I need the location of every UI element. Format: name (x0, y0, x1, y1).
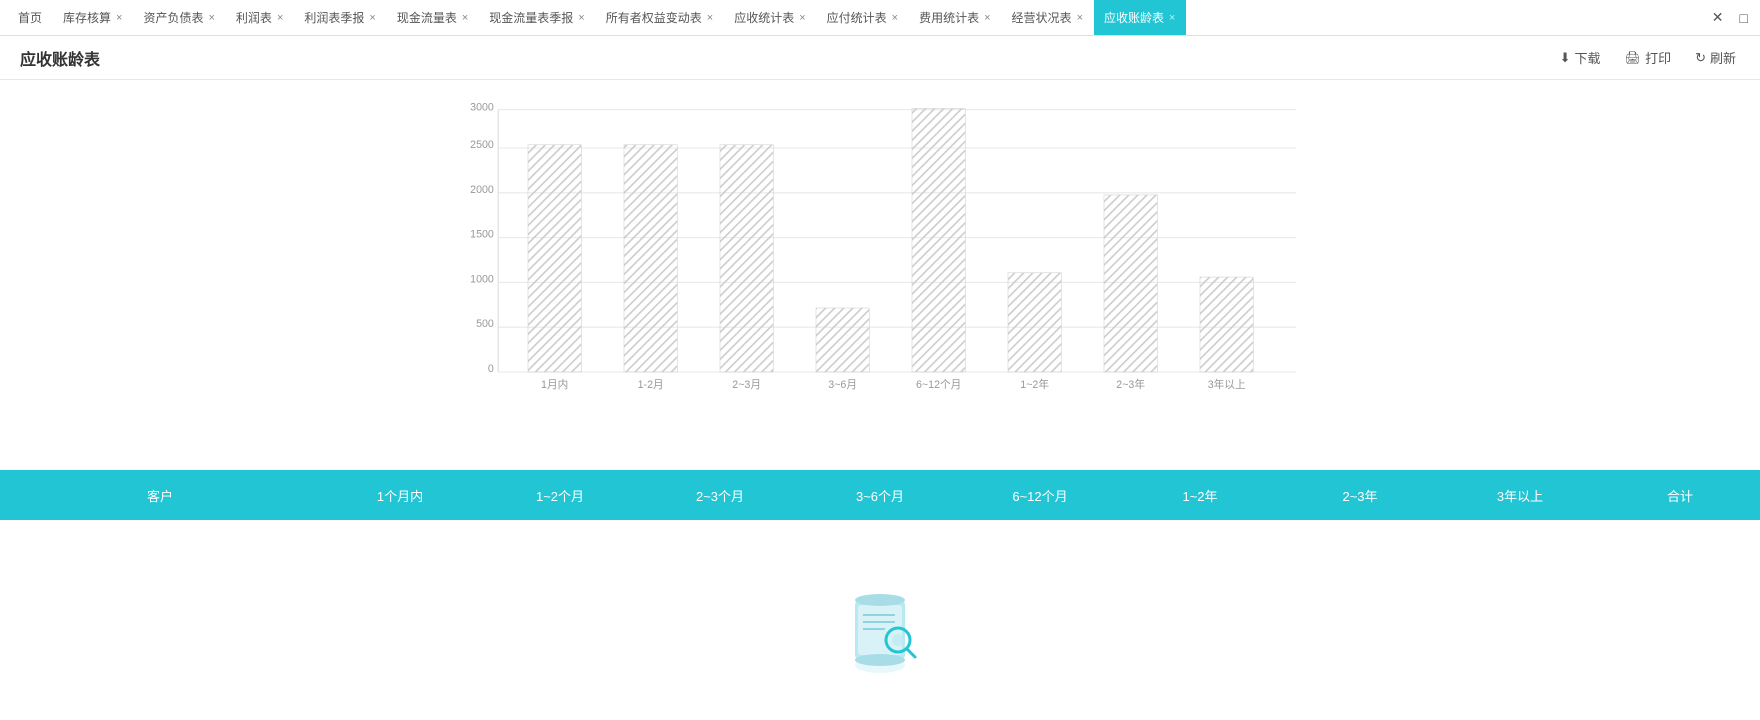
tab-bar: 首页 库存核算 × 资产负债表 × 利润表 × 利润表季报 × 现金流量表 × … (0, 0, 1760, 36)
maximize-button[interactable]: □ (1736, 8, 1752, 28)
close-icon[interactable]: × (707, 12, 713, 24)
col-customer: 客户 (0, 486, 320, 505)
header-actions: ⬇ 下载 🖨 打印 ↻ 刷新 (1556, 46, 1740, 69)
close-icon[interactable]: × (1169, 12, 1175, 24)
close-icon[interactable]: × (799, 12, 805, 24)
chart-container: 0 500 1000 1500 2000 2500 3000 1月内 (40, 100, 1720, 420)
table-header: 客户 1个月内 1~2个月 2~3个月 3~6个月 6~12个月 1~2年 2~… (0, 470, 1760, 520)
col-2-3year: 2~3年 (1280, 486, 1440, 505)
close-icon[interactable]: × (116, 12, 122, 24)
download-icon: ⬇ (1560, 50, 1571, 66)
svg-text:1月内: 1月内 (541, 378, 568, 391)
svg-text:1~2年: 1~2年 (1020, 378, 1049, 391)
tab-cashflow[interactable]: 现金流量表 × (387, 0, 479, 36)
svg-text:6~12个月: 6~12个月 (916, 379, 961, 391)
close-icon[interactable]: × (984, 12, 990, 24)
svg-text:0: 0 (488, 363, 494, 375)
col-1-2month: 1~2个月 (480, 486, 640, 505)
close-icon[interactable]: × (578, 12, 584, 24)
svg-text:1-2月: 1-2月 (638, 379, 664, 391)
close-icon[interactable]: × (1077, 12, 1083, 24)
svg-text:3~6月: 3~6月 (828, 379, 857, 391)
close-icon[interactable]: × (892, 12, 898, 24)
print-icon: 🖨 (1625, 50, 1642, 66)
empty-illustration (830, 580, 930, 680)
svg-text:1000: 1000 (470, 273, 494, 285)
tab-cashflow-quarterly[interactable]: 现金流量表季报 × (479, 0, 595, 36)
svg-text:2~3年: 2~3年 (1116, 378, 1145, 391)
tab-profit-quarterly[interactable]: 利润表季报 × (294, 0, 386, 36)
tab-profit[interactable]: 利润表 × (226, 0, 294, 36)
col-total: 合计 (1600, 486, 1760, 505)
bar-2-3month (720, 145, 773, 372)
bar-3plus-year (1200, 277, 1253, 372)
main-content: 0 500 1000 1500 2000 2500 3000 1月内 (0, 80, 1760, 720)
bar-chart: 0 500 1000 1500 2000 2500 3000 1月内 (40, 100, 1720, 420)
svg-text:3000: 3000 (470, 102, 494, 114)
tab-expense-stats[interactable]: 费用统计表 × (909, 0, 1001, 36)
close-icon[interactable]: × (208, 12, 214, 24)
svg-text:2~3月: 2~3月 (732, 379, 761, 391)
svg-text:2000: 2000 (470, 184, 494, 196)
tab-inventory[interactable]: 库存核算 × (53, 0, 133, 36)
empty-state (0, 520, 1760, 720)
tab-operations[interactable]: 经营状况表 × (1002, 0, 1094, 36)
tab-ar-stats[interactable]: 应收统计表 × (724, 0, 816, 36)
window-actions: ✕ □ (1708, 7, 1752, 28)
bar-6-12month (912, 109, 965, 372)
minimize-button[interactable]: ✕ (1708, 7, 1728, 28)
refresh-icon: ↻ (1695, 50, 1706, 66)
col-2-3month: 2~3个月 (640, 486, 800, 505)
svg-text:1500: 1500 (470, 229, 494, 241)
tab-home[interactable]: 首页 (8, 0, 53, 36)
col-1month: 1个月内 (320, 486, 480, 505)
svg-text:2500: 2500 (470, 139, 494, 151)
page-title: 应收账龄表 (20, 46, 100, 70)
tab-ar-aging[interactable]: 应收账龄表 × (1094, 0, 1186, 36)
bar-1-2month (624, 145, 677, 372)
page-header: 应收账龄表 ⬇ 下载 🖨 打印 ↻ 刷新 (0, 36, 1760, 80)
close-icon[interactable]: × (277, 12, 283, 24)
tab-ap-stats[interactable]: 应付统计表 × (817, 0, 909, 36)
chart-area: 0 500 1000 1500 2000 2500 3000 1月内 (0, 80, 1760, 470)
col-1-2year: 1~2年 (1120, 486, 1280, 505)
tab-equity-changes[interactable]: 所有者权益变动表 × (596, 0, 724, 36)
print-button[interactable]: 🖨 打印 (1621, 46, 1676, 69)
bar-3-6month (816, 308, 869, 372)
refresh-button[interactable]: ↻ 刷新 (1691, 46, 1740, 69)
close-icon[interactable]: × (369, 12, 375, 24)
bar-1month (528, 145, 581, 372)
bar-1-2year (1008, 273, 1061, 372)
bar-2-3year (1104, 195, 1157, 372)
svg-text:3年以上: 3年以上 (1208, 378, 1246, 391)
col-3plus-year: 3年以上 (1440, 486, 1600, 505)
svg-text:500: 500 (476, 318, 494, 330)
col-3-6month: 3~6个月 (800, 486, 960, 505)
tab-balance-sheet[interactable]: 资产负债表 × (133, 0, 225, 36)
close-icon[interactable]: × (462, 12, 468, 24)
download-button[interactable]: ⬇ 下载 (1556, 46, 1605, 69)
col-6-12month: 6~12个月 (960, 486, 1120, 505)
